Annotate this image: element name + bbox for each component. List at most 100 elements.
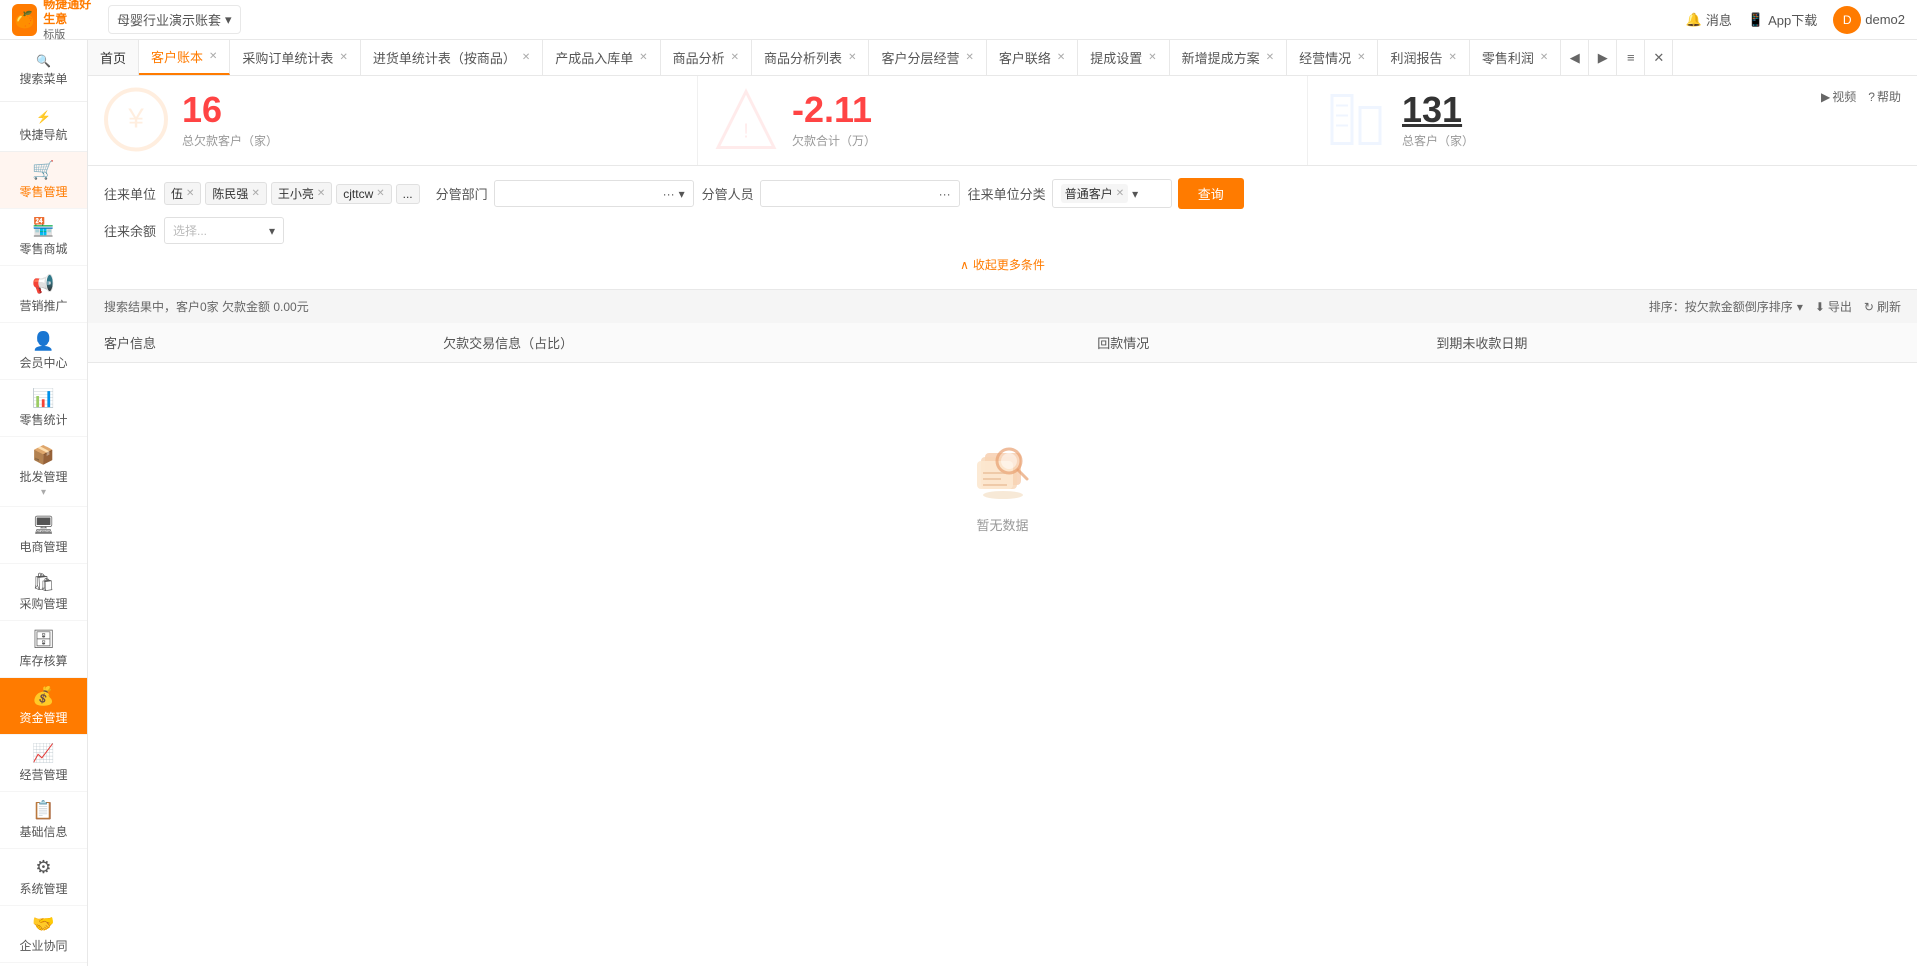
tab-close-profit[interactable]: ✕ — [1449, 52, 1457, 63]
app-download-button[interactable]: 📱 App下载 — [1748, 10, 1817, 29]
tab-profit-report[interactable]: 利润报告 ✕ — [1378, 40, 1469, 75]
sidebar-item-retail[interactable]: 🛒 零售管理 — [0, 152, 87, 209]
play-icon: ▶ — [1821, 90, 1830, 104]
tab-close-mention-settings[interactable]: ✕ — [1148, 52, 1156, 63]
shop-icon: 🏪 — [32, 217, 54, 238]
tab-close-product-list[interactable]: ✕ — [848, 52, 856, 63]
unit-category-close[interactable]: ✕ — [1116, 188, 1124, 199]
tab-close-customer-book[interactable]: ✕ — [209, 51, 217, 62]
sidebar-item-ecommerce[interactable]: 🖥 电商管理 — [0, 507, 87, 564]
tab-close-product-analysis[interactable]: ✕ — [731, 52, 739, 63]
tag-wang-close[interactable]: ✕ — [317, 188, 325, 199]
cart-icon: 🛒 — [32, 160, 54, 181]
sidebar-item-retail-stats[interactable]: 📊 零售统计 — [0, 380, 87, 437]
lightning-icon: ⚡ — [36, 110, 51, 124]
tab-mention-settings[interactable]: 提成设置 ✕ — [1078, 40, 1169, 75]
person-value — [769, 185, 781, 202]
tab-product-analysis[interactable]: 商品分析 ✕ — [661, 40, 752, 75]
main-layout: 🔍 搜索菜单 ⚡ 快捷导航 🛒 零售管理 🏪 零售商城 📢 营销推广 👤 会员中… — [0, 40, 1917, 966]
dept-value — [503, 185, 515, 202]
tab-close-retail-profit[interactable]: ✕ — [1540, 52, 1548, 63]
sidebar-label-retail: 零售管理 — [19, 183, 67, 200]
sidebar-item-basic[interactable]: 📋 基础信息 — [0, 792, 87, 849]
message-button[interactable]: 🔔 消息 — [1686, 10, 1732, 29]
dept-select[interactable]: ··· ▾ — [494, 180, 694, 207]
sort-select[interactable]: 排序：按欠款金额倒序排序 ▾ — [1649, 298, 1803, 315]
video-link[interactable]: ▶ 视频 — [1821, 88, 1856, 105]
tab-close-incoming[interactable]: ✕ — [522, 52, 530, 63]
message-label: 消息 — [1706, 10, 1732, 29]
tab-more[interactable]: ≡ — [1617, 40, 1645, 75]
database-icon: 🗄 — [32, 629, 55, 650]
tab-scroll-left[interactable]: ◀ — [1561, 40, 1589, 75]
query-button[interactable]: 查询 — [1178, 178, 1244, 209]
collapse-button[interactable]: ∧ 收起更多条件 — [960, 256, 1045, 273]
sidebar-item-inventory[interactable]: 🗄 库存核算 — [0, 621, 87, 678]
sidebar-item-marketing[interactable]: 📢 营销推广 — [0, 266, 87, 323]
quick-nav-button[interactable]: ⚡ 快捷导航 — [0, 102, 87, 152]
tag-cj-close[interactable]: ✕ — [376, 188, 384, 199]
tab-close-purchase[interactable]: ✕ — [339, 52, 347, 63]
sidebar-item-retail-mall[interactable]: 🏪 零售商城 — [0, 209, 87, 266]
box-icon: 📦 — [32, 445, 54, 466]
sidebar-item-purchase[interactable]: 🛍 采购管理 — [0, 564, 87, 621]
tab-close-customer-contact[interactable]: ✕ — [1057, 52, 1065, 63]
sidebar-item-batch[interactable]: 📦 批发管理 ▾ — [0, 437, 87, 507]
tab-close-new-mention[interactable]: ✕ — [1266, 52, 1274, 63]
user-area[interactable]: D demo2 — [1833, 6, 1905, 34]
tab-retail-profit[interactable]: 零售利润 ✕ — [1470, 40, 1561, 75]
empty-illustration — [963, 423, 1043, 503]
export-button[interactable]: ⬇ 导出 — [1815, 298, 1852, 315]
sidebar-item-finance[interactable]: 💰 资金管理 — [0, 678, 87, 735]
search-menu-button[interactable]: 🔍 搜索菜单 — [8, 48, 79, 93]
customer-book-tab-label: 客户账本 — [151, 47, 203, 66]
sidebar-item-collab[interactable]: 🤝 企业协同 — [0, 906, 87, 963]
sidebar-search-section: 🔍 搜索菜单 — [0, 40, 87, 102]
tab-incoming-stats[interactable]: 进货单统计表（按商品） ✕ — [361, 40, 543, 75]
unit-category-select[interactable]: 普通客户 ✕ ▾ — [1052, 179, 1172, 208]
help-link[interactable]: ? 帮助 — [1868, 88, 1901, 105]
tab-close-production[interactable]: ✕ — [639, 52, 647, 63]
person-select[interactable]: ··· — [760, 180, 960, 207]
collapse-icon: ∧ — [960, 258, 969, 272]
handshake-icon: 🤝 — [32, 914, 54, 935]
sidebar-label-purchase: 采购管理 — [19, 595, 67, 612]
tab-close-customer-tier[interactable]: ✕ — [965, 52, 973, 63]
tab-new-mention[interactable]: 新增提成方案 ✕ — [1170, 40, 1287, 75]
production-tab-label: 产成品入库单 — [555, 48, 633, 67]
empty-label: 暂无数据 — [976, 515, 1028, 534]
sidebar-label-marketing: 营销推广 — [19, 297, 67, 314]
tab-close-all[interactable]: ✕ — [1645, 40, 1673, 75]
company-name: 母婴行业演示账套 — [117, 10, 221, 29]
sidebar-label-ecommerce: 电商管理 — [19, 538, 67, 555]
mention-settings-tab-label: 提成设置 — [1090, 48, 1142, 67]
sidebar-item-system[interactable]: ⚙ 系统管理 — [0, 849, 87, 906]
tab-customer-tier[interactable]: 客户分层经营 ✕ — [869, 40, 986, 75]
results-actions: 排序：按欠款金额倒序排序 ▾ ⬇ 导出 ↻ 刷新 — [1649, 298, 1901, 315]
tag-wu-close[interactable]: ✕ — [186, 188, 194, 199]
sidebar-label-retail-stats: 零售统计 — [19, 411, 67, 428]
results-bar: 搜索结果中，客户0家 欠款金额 0.00元 排序：按欠款金额倒序排序 ▾ ⬇ 导… — [88, 290, 1917, 323]
company-selector[interactable]: 母婴行业演示账套 ▾ — [108, 5, 241, 34]
sidebar-item-operation[interactable]: 📈 经营管理 — [0, 735, 87, 792]
sidebar-item-member[interactable]: 👤 会员中心 — [0, 323, 87, 380]
svg-text:!: ! — [743, 120, 749, 142]
empty-state-cell: 暂无数据 — [88, 363, 1917, 595]
chevron-category-icon: ▾ — [1132, 187, 1138, 201]
filter-tag-more[interactable]: ... — [396, 184, 420, 204]
tag-chen-close[interactable]: ✕ — [251, 188, 259, 199]
tab-production[interactable]: 产成品入库单 ✕ — [543, 40, 660, 75]
balance-input[interactable]: 选择... ▾ — [164, 217, 284, 244]
tab-home[interactable]: 首页 — [88, 40, 139, 75]
tab-operation-situation[interactable]: 经营情况 ✕ — [1287, 40, 1378, 75]
tab-product-list[interactable]: 商品分析列表 ✕ — [752, 40, 869, 75]
tab-purchase-order[interactable]: 采购订单统计表 ✕ — [230, 40, 360, 75]
sidebar-label-basic: 基础信息 — [19, 823, 67, 840]
person-more-btn: ··· — [939, 187, 951, 201]
tab-customer-book[interactable]: 客户账本 ✕ — [139, 40, 230, 75]
tab-customer-contact[interactable]: 客户联络 ✕ — [987, 40, 1078, 75]
tab-close-operation[interactable]: ✕ — [1357, 52, 1365, 63]
refresh-button[interactable]: ↻ 刷新 — [1864, 298, 1901, 315]
tab-scroll-right[interactable]: ▶ — [1589, 40, 1617, 75]
col-customer-info: 客户信息 — [88, 323, 427, 363]
